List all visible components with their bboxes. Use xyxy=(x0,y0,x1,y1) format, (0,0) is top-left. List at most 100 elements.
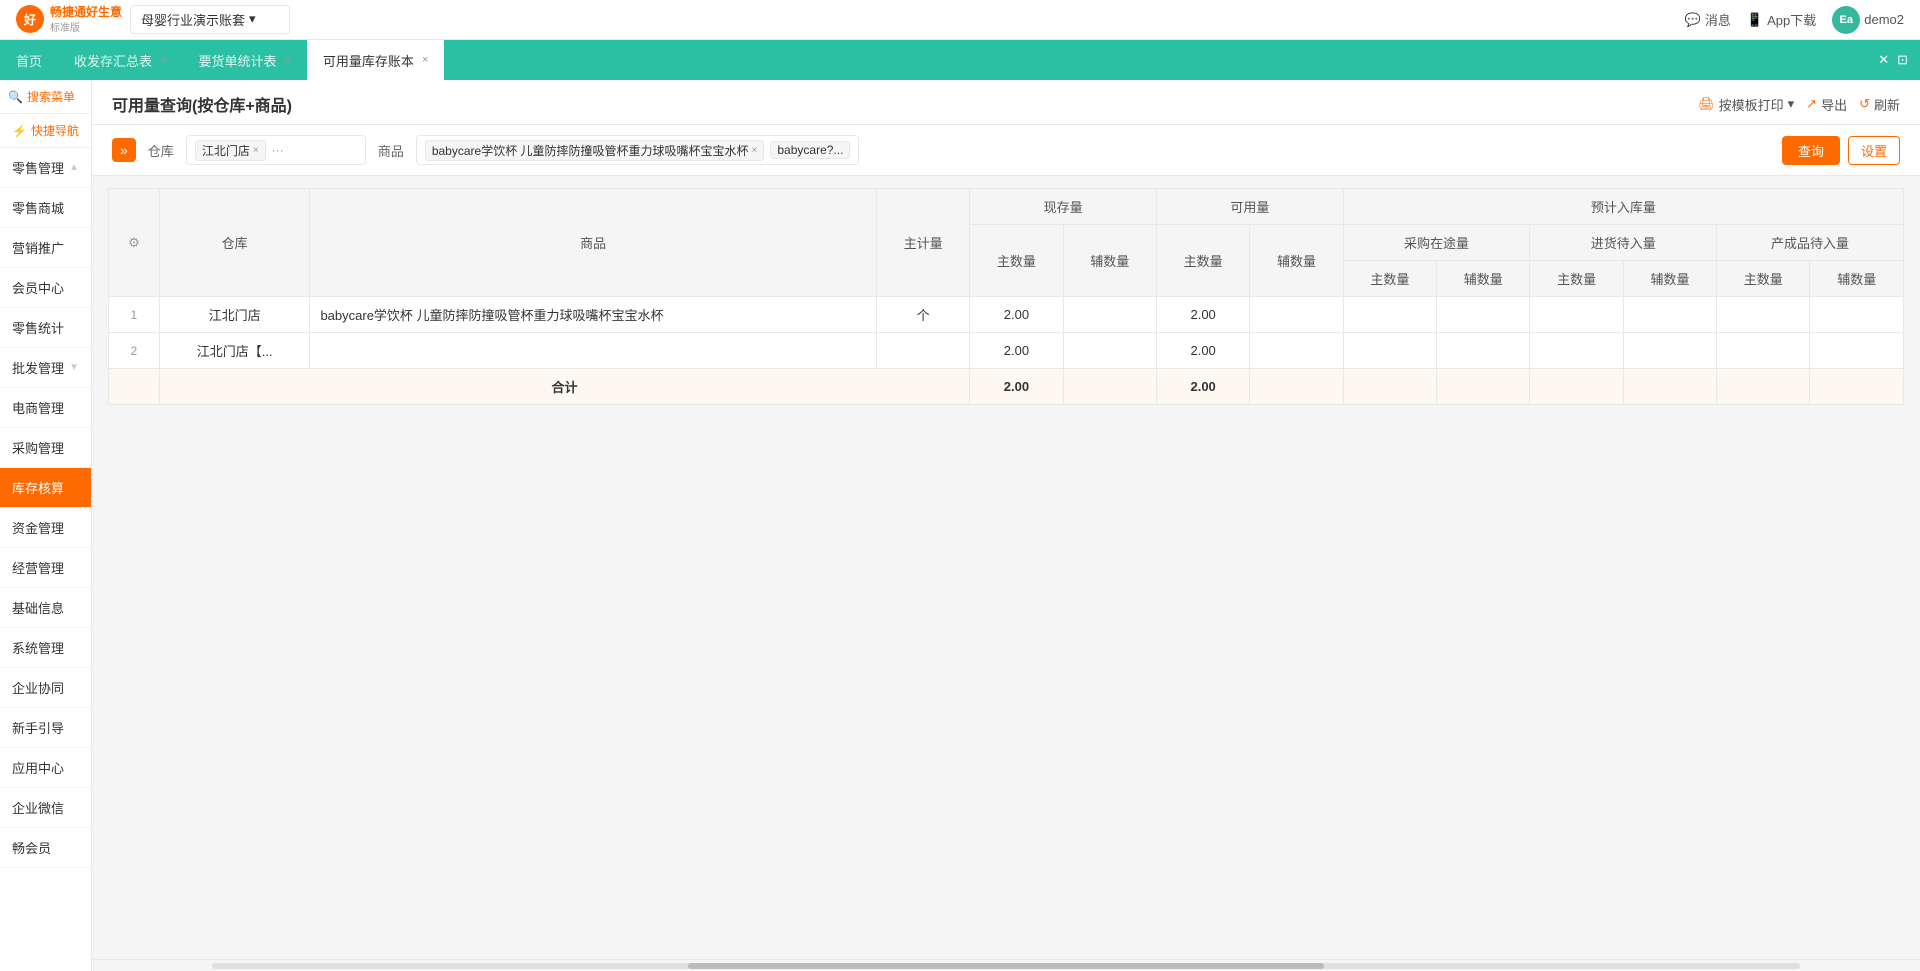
total-row: 合计 2.00 2.00 xyxy=(109,369,1904,405)
gear-icon[interactable]: ⚙ xyxy=(128,235,140,250)
page-header-actions: 🖨 按模板打印 ▾ ↗ 导出 ↺ 刷新 xyxy=(1698,95,1900,114)
message-label: 消息 xyxy=(1705,10,1731,29)
row-1-p-main xyxy=(1343,297,1436,333)
print-template-btn[interactable]: 🖨 按模板打印 ▾ xyxy=(1698,95,1794,114)
chevron-down-icon-wholesale: ▼ xyxy=(69,362,79,373)
row-1-p-aux xyxy=(1437,297,1530,333)
table-row: 2 江北门店【... 2.00 2.00 xyxy=(109,333,1904,369)
sidebar-item-ops-mgmt[interactable]: 经营管理 xyxy=(0,548,91,588)
close-window-icon[interactable]: ✕ xyxy=(1878,52,1889,68)
tab-available-stock[interactable]: 可用量库存账本 × xyxy=(307,40,444,80)
industry-label: 母婴行业演示账套 xyxy=(141,10,245,29)
th-cs-main: 主数量 xyxy=(970,225,1063,297)
sidebar-item-enterprise-collab[interactable]: 企业协同 xyxy=(0,668,91,708)
tab-receive-send-label: 收发存汇总表 xyxy=(74,51,152,70)
sidebar-item-enterprise-wechat[interactable]: 企业微信 xyxy=(0,788,91,828)
th-av-aux: 辅数量 xyxy=(1250,225,1343,297)
sidebar-item-finance-mgmt[interactable]: 资金管理 xyxy=(0,508,91,548)
tab-home-label: 首页 xyxy=(16,51,42,70)
row-2-cs-aux xyxy=(1063,333,1156,369)
sidebar-item-app-center[interactable]: 应用中心 xyxy=(0,748,91,788)
export-btn[interactable]: ↗ 导出 xyxy=(1806,95,1847,114)
th-purchase-subgroup: 采购在途量 xyxy=(1343,225,1530,261)
row-1-pr-aux xyxy=(1810,297,1904,333)
sidebar-item-vip-member-label: 畅会员 xyxy=(12,838,51,857)
query-btn[interactable]: 查询 xyxy=(1782,136,1840,165)
scroll-track xyxy=(212,963,1800,969)
th-pr-main: 主数量 xyxy=(1717,261,1810,297)
sidebar-item-sys-mgmt-label: 系统管理 xyxy=(12,638,64,657)
warehouse-tag: 江北门店 × xyxy=(195,140,266,161)
row-1-av-aux xyxy=(1250,297,1343,333)
print-template-label: 按模板打印 xyxy=(1719,95,1784,114)
th-a-aux: 辅数量 xyxy=(1623,261,1716,297)
scroll-thumb[interactable] xyxy=(688,963,1323,969)
settings-btn[interactable]: 设置 xyxy=(1848,136,1900,165)
sidebar-item-retail-mgmt[interactable]: 零售管理 ▲ xyxy=(0,148,91,188)
quick-nav-btn[interactable]: ⚡ 快捷导航 xyxy=(0,114,91,148)
row-1-product: babycare学饮杯 儿童防摔防撞吸管杯重力球吸嘴杯宝宝水杯 xyxy=(310,297,876,333)
maximize-icon[interactable]: ⊡ xyxy=(1897,52,1908,68)
sidebar-item-vip-member[interactable]: 畅会员 xyxy=(0,828,91,868)
row-2-av-aux xyxy=(1250,333,1343,369)
tab-home[interactable]: 首页 xyxy=(0,40,58,80)
logo-icon: 好 xyxy=(16,5,44,33)
sidebar-item-inventory-check[interactable]: 库存核算 xyxy=(0,468,91,508)
row-2-a-main xyxy=(1530,333,1623,369)
tab-order-stats[interactable]: 要货单统计表 × xyxy=(182,40,306,80)
row-2-cs-main: 2.00 xyxy=(970,333,1063,369)
sidebar-item-sys-mgmt[interactable]: 系统管理 xyxy=(0,628,91,668)
print-chevron-icon: ▾ xyxy=(1788,96,1795,112)
row-2-av-main: 2.00 xyxy=(1156,333,1249,369)
sidebar-item-enterprise-collab-label: 企业协同 xyxy=(12,678,64,697)
product-input[interactable]: babycare学饮杯 儿童防摔防撞吸管杯重力球吸嘴杯宝宝水杯 × babyca… xyxy=(416,135,860,165)
message-btn[interactable]: 💬 消息 xyxy=(1685,10,1731,29)
sidebar-item-basic-info[interactable]: 基础信息 xyxy=(0,588,91,628)
tab-receive-send[interactable]: 收发存汇总表 × xyxy=(58,40,182,80)
th-av-main: 主数量 xyxy=(1156,225,1249,297)
sidebar-item-retail-stats[interactable]: 零售统计 xyxy=(0,308,91,348)
total-av-main: 2.00 xyxy=(1156,369,1249,405)
row-1-cs-aux xyxy=(1063,297,1156,333)
filter-expand-btn[interactable]: » xyxy=(112,138,136,162)
product-tag-1: babycare学饮杯 儿童防摔防撞吸管杯重力球吸嘴杯宝宝水杯 × xyxy=(425,140,765,161)
logo-area: 好 畅捷通好生意 标准版 xyxy=(16,5,122,34)
refresh-btn[interactable]: ↺ 刷新 xyxy=(1859,95,1900,114)
tab-order-stats-close[interactable]: × xyxy=(284,54,290,66)
data-table: ⚙ 仓库 商品 主计量 现存量 可用量 预计入库量 主数量 辅数量 主数量 辅数… xyxy=(108,188,1904,405)
warehouse-tag-remove[interactable]: × xyxy=(253,145,259,156)
table-row: 1 江北门店 babycare学饮杯 儿童防摔防撞吸管杯重力球吸嘴杯宝宝水杯 个… xyxy=(109,297,1904,333)
product-label: 商品 xyxy=(378,141,404,160)
sidebar-item-member-center[interactable]: 会员中心 xyxy=(0,268,91,308)
sidebar-item-marketing[interactable]: 营销推广 xyxy=(0,228,91,268)
sidebar: 🔍 搜索菜单 ⚡ 快捷导航 零售管理 ▲ 零售商城 营销推广 会员中心 零售统计… xyxy=(0,80,92,971)
sidebar-item-inventory-check-label: 库存核算 xyxy=(12,478,64,497)
sidebar-item-purchase-mgmt[interactable]: 采购管理 xyxy=(0,428,91,468)
user-profile[interactable]: Ea demo2 xyxy=(1832,6,1904,34)
sidebar-item-new-guide[interactable]: 新手引导 xyxy=(0,708,91,748)
th-pr-aux: 辅数量 xyxy=(1810,261,1904,297)
industry-selector[interactable]: 母婴行业演示账套 ▾ xyxy=(130,5,290,34)
sidebar-item-purchase-mgmt-label: 采购管理 xyxy=(12,438,64,457)
table-container: ⚙ 仓库 商品 主计量 现存量 可用量 预计入库量 主数量 辅数量 主数量 辅数… xyxy=(92,176,1920,959)
warehouse-more-icon[interactable]: ··· xyxy=(272,143,284,157)
row-2-pr-aux xyxy=(1810,333,1904,369)
total-label: 合计 xyxy=(159,369,969,405)
th-settings[interactable]: ⚙ xyxy=(109,189,160,297)
row-2-product xyxy=(310,333,876,369)
print-icon: 🖨 xyxy=(1698,96,1715,112)
row-2-num: 2 xyxy=(109,333,160,369)
chevron-up-icon: ▲ xyxy=(69,162,79,173)
warehouse-input[interactable]: 江北门店 × ··· xyxy=(186,135,366,165)
product-tag-1-remove[interactable]: × xyxy=(752,145,758,156)
sidebar-item-retail-mall[interactable]: 零售商城 xyxy=(0,188,91,228)
sidebar-item-ecommerce-mgmt[interactable]: 电商管理 xyxy=(0,388,91,428)
export-label: 导出 xyxy=(1821,95,1847,114)
tab-receive-send-close[interactable]: × xyxy=(160,54,166,66)
tab-available-stock-close[interactable]: × xyxy=(422,54,428,66)
app-download-btn[interactable]: 📱 App下载 xyxy=(1747,10,1816,29)
logo-subtitle: 标准版 xyxy=(50,19,122,34)
horizontal-scrollbar[interactable] xyxy=(92,959,1920,971)
sidebar-item-wholesale-mgmt[interactable]: 批发管理 ▼ xyxy=(0,348,91,388)
search-menu-btn[interactable]: 🔍 搜索菜单 xyxy=(0,80,91,114)
